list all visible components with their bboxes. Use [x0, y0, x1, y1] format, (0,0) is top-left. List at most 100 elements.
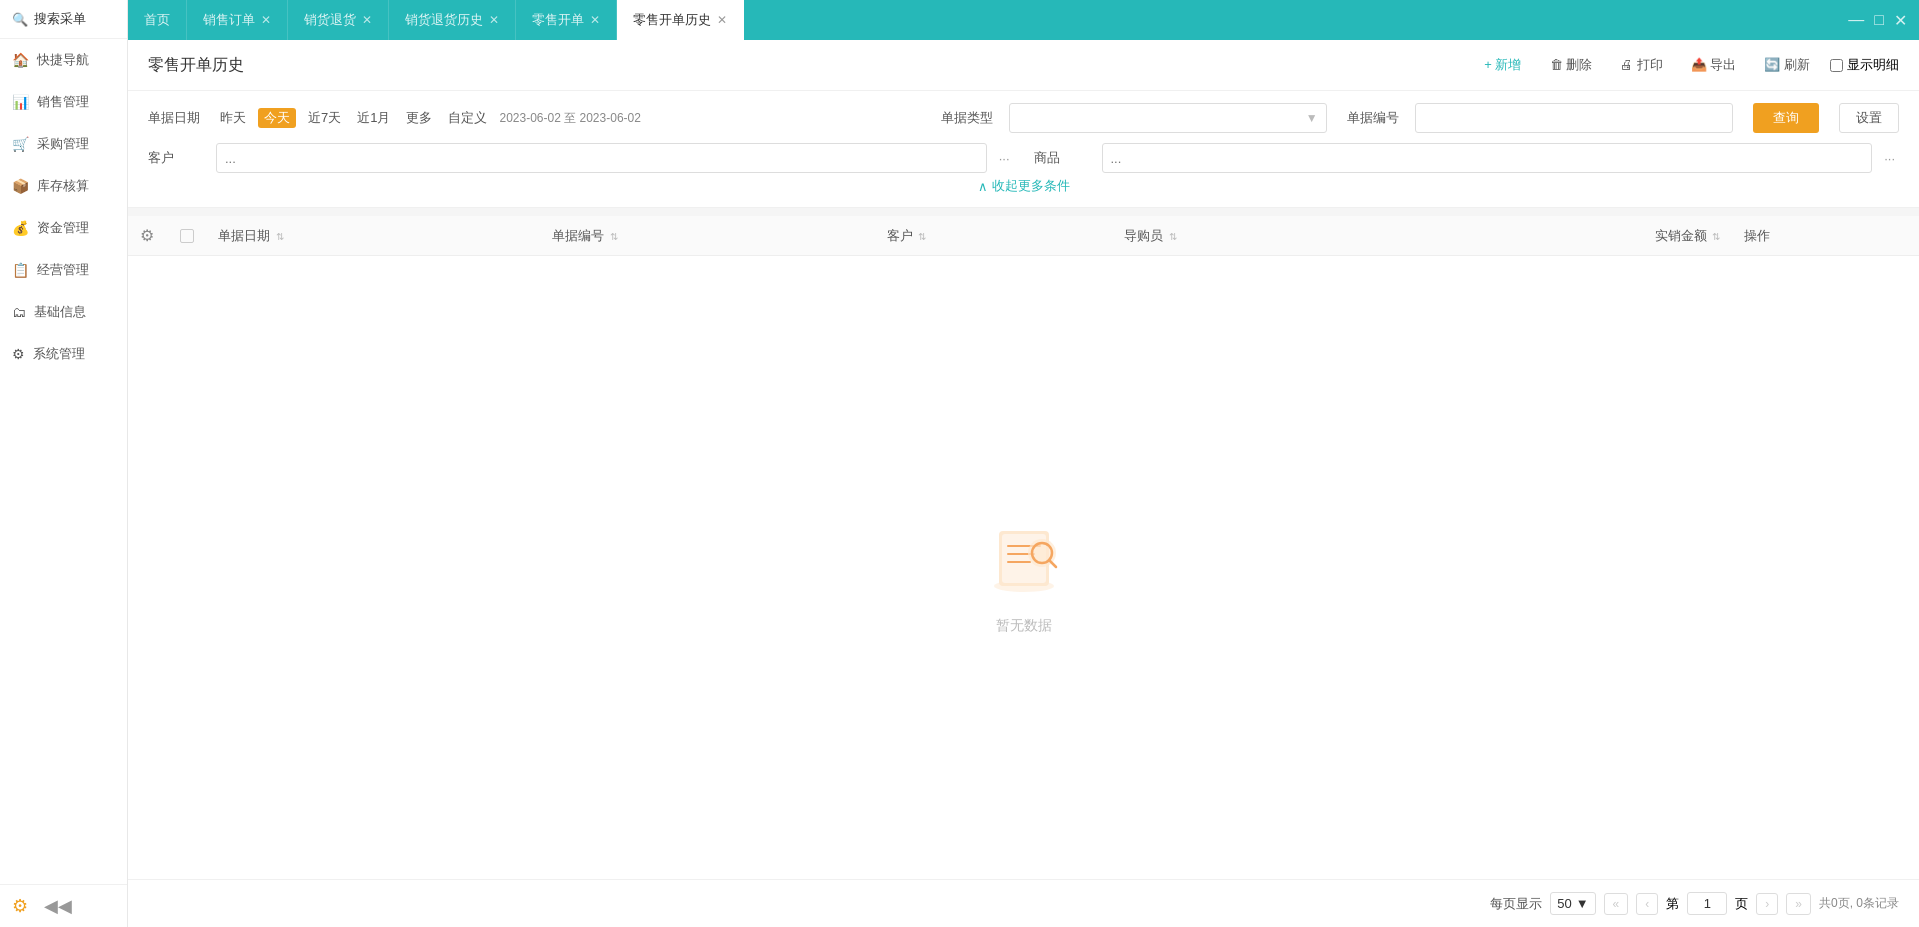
doc-no-input[interactable] [1415, 103, 1733, 133]
goods-field: 商品 ··· [1034, 143, 1900, 173]
tab-sales-return-history-label: 销货退货历史 [405, 11, 483, 29]
doc-type-select[interactable]: ▼ [1009, 103, 1327, 133]
print-button[interactable]: 🖨 打印 [1612, 52, 1671, 78]
close-window-button[interactable]: ✕ [1894, 11, 1907, 30]
collapse-label: 收起更多条件 [992, 177, 1070, 195]
sidebar-collapse-button[interactable]: ◀◀ [44, 895, 72, 917]
shortcut-more[interactable]: 更多 [402, 108, 436, 128]
customer-input[interactable] [216, 143, 987, 173]
per-page-select[interactable]: 50 ▼ [1550, 892, 1595, 915]
empty-text: 暂无数据 [996, 617, 1052, 635]
home-icon: 🏠 [12, 52, 29, 68]
col-actions-label: 操作 [1744, 228, 1770, 243]
sidebar-item-quick-nav[interactable]: 🏠 快捷导航 [0, 39, 127, 81]
sidebar-item-sys-mgmt[interactable]: ⚙ 系统管理 [0, 333, 127, 375]
per-page-value: 50 [1557, 896, 1571, 911]
shortcut-today[interactable]: 今天 [258, 108, 296, 128]
goods-input[interactable] [1102, 143, 1873, 173]
sidebar-item-purchase-mgmt[interactable]: 🛒 采购管理 [0, 123, 127, 165]
search-btn[interactable]: 🔍 搜索采单 [0, 0, 127, 39]
doc-type-label: 单据类型 [941, 109, 1001, 127]
collapse-row: ∧ 收起更多条件 [148, 177, 1899, 195]
maximize-button[interactable]: □ [1874, 11, 1884, 29]
col-date-label: 单据日期 [218, 228, 270, 243]
chart-icon: 📊 [12, 94, 29, 110]
tab-sales-return-close[interactable]: ✕ [362, 13, 372, 27]
prev-page-button[interactable]: ‹ [1636, 893, 1658, 915]
export-button[interactable]: 📤 导出 [1683, 52, 1745, 78]
table-settings-icon[interactable]: ⚙ [140, 227, 154, 244]
sidebar-gear-button[interactable]: ⚙ [12, 895, 28, 917]
shortcut-custom[interactable]: 自定义 [444, 108, 491, 128]
page-word: 第 [1666, 895, 1679, 913]
tab-sales-return-history-close[interactable]: ✕ [489, 13, 499, 27]
tab-sales-return[interactable]: 销货退货 ✕ [288, 0, 389, 40]
collapse-more-button[interactable]: ∧ 收起更多条件 [978, 177, 1070, 195]
sidebar-menu: 🏠 快捷导航 📊 销售管理 🛒 采购管理 📦 库存核算 💰 资金管理 📋 经营管… [0, 39, 127, 884]
add-button[interactable]: + 新增 [1476, 52, 1529, 78]
sort-salesperson-icon: ⇅ [1169, 231, 1177, 242]
col-salesperson[interactable]: 导购员 ⇅ [1112, 216, 1398, 256]
query-button[interactable]: 查询 [1753, 103, 1819, 133]
delete-button[interactable]: 🗑 删除 [1542, 52, 1601, 78]
select-all-checkbox[interactable] [180, 229, 194, 243]
tab-retail-open-label: 零售开单 [532, 11, 584, 29]
date-shortcuts: 昨天 今天 近7天 近1月 更多 自定义 [216, 108, 491, 128]
empty-area: 暂无数据 [128, 256, 1919, 879]
display-detail-input[interactable] [1830, 59, 1843, 72]
col-amount[interactable]: 实销金额 ⇅ [1398, 216, 1732, 256]
shortcut-yesterday[interactable]: 昨天 [216, 108, 250, 128]
col-customer-label: 客户 [887, 228, 913, 243]
col-docno-label: 单据编号 [552, 228, 604, 243]
sort-amount-icon: ⇅ [1712, 231, 1720, 242]
tab-retail-open[interactable]: 零售开单 ✕ [516, 0, 617, 40]
tab-retail-open-close[interactable]: ✕ [590, 13, 600, 27]
tab-retail-open-history[interactable]: 零售开单历史 ✕ [617, 0, 744, 40]
sidebar-bottom: ⚙ ◀◀ [0, 884, 127, 927]
tab-sales-order[interactable]: 销售订单 ✕ [187, 0, 288, 40]
col-actions: 操作 [1732, 216, 1919, 256]
sidebar-search-label: 搜索采单 [34, 10, 86, 28]
tab-sales-order-close[interactable]: ✕ [261, 13, 271, 27]
sidebar-item-sales-mgmt[interactable]: 📊 销售管理 [0, 81, 127, 123]
cart-icon: 🛒 [12, 136, 29, 152]
doc-no-field: 单据编号 [1347, 103, 1733, 133]
sidebar-item-inventory[interactable]: 📦 库存核算 [0, 165, 127, 207]
empty-illustration [974, 501, 1074, 601]
tab-bar: 首页 销售订单 ✕ 销货退货 ✕ 销货退货历史 ✕ 零售开单 ✕ 零售开单历史 … [128, 0, 1919, 40]
page-number-input[interactable] [1687, 892, 1727, 915]
tab-home[interactable]: 首页 [128, 0, 187, 40]
next-page-button[interactable]: › [1756, 893, 1778, 915]
sidebar-item-biz-mgmt[interactable]: 📋 经营管理 [0, 249, 127, 291]
goods-ellipsis-button[interactable]: ··· [1880, 151, 1899, 166]
shortcut-1month[interactable]: 近1月 [353, 108, 394, 128]
col-date[interactable]: 单据日期 ⇅ [206, 216, 540, 256]
table-container: ⚙ 单据日期 ⇅ 单据编号 ⇅ [128, 216, 1919, 879]
date-range-display: 2023-06-02 至 2023-06-02 [499, 110, 640, 127]
filter-row-1: 单据日期 昨天 今天 近7天 近1月 更多 自定义 2023-06-02 至 2… [148, 103, 1899, 133]
sidebar-item-label: 资金管理 [37, 219, 89, 237]
data-table: ⚙ 单据日期 ⇅ 单据编号 ⇅ [128, 216, 1919, 256]
first-page-button[interactable]: « [1604, 893, 1629, 915]
clipboard-icon: 📋 [12, 262, 29, 278]
customer-ellipsis-button[interactable]: ··· [995, 151, 1014, 166]
display-detail-checkbox[interactable]: 显示明细 [1830, 56, 1899, 74]
setting-button[interactable]: 设置 [1839, 103, 1899, 133]
tab-sales-order-label: 销售订单 [203, 11, 255, 29]
tab-sales-return-label: 销货退货 [304, 11, 356, 29]
tab-retail-open-history-close[interactable]: ✕ [717, 13, 727, 27]
chevron-down-icon: ▼ [1306, 111, 1318, 125]
last-page-button[interactable]: » [1786, 893, 1811, 915]
search-icon: 🔍 [12, 12, 28, 27]
sidebar-item-label: 系统管理 [33, 345, 85, 363]
col-docno[interactable]: 单据编号 ⇅ [540, 216, 874, 256]
col-customer[interactable]: 客户 ⇅ [875, 216, 1112, 256]
sidebar-item-finance[interactable]: 💰 资金管理 [0, 207, 127, 249]
minimize-button[interactable]: — [1848, 11, 1864, 29]
filter-area: 单据日期 昨天 今天 近7天 近1月 更多 自定义 2023-06-02 至 2… [128, 91, 1919, 208]
sidebar-item-base-info[interactable]: 🗂 基础信息 [0, 291, 127, 333]
shortcut-7days[interactable]: 近7天 [304, 108, 345, 128]
refresh-button[interactable]: 🔄 刷新 [1756, 52, 1818, 78]
tab-sales-return-history[interactable]: 销货退货历史 ✕ [389, 0, 516, 40]
customer-label: 客户 [148, 149, 208, 167]
